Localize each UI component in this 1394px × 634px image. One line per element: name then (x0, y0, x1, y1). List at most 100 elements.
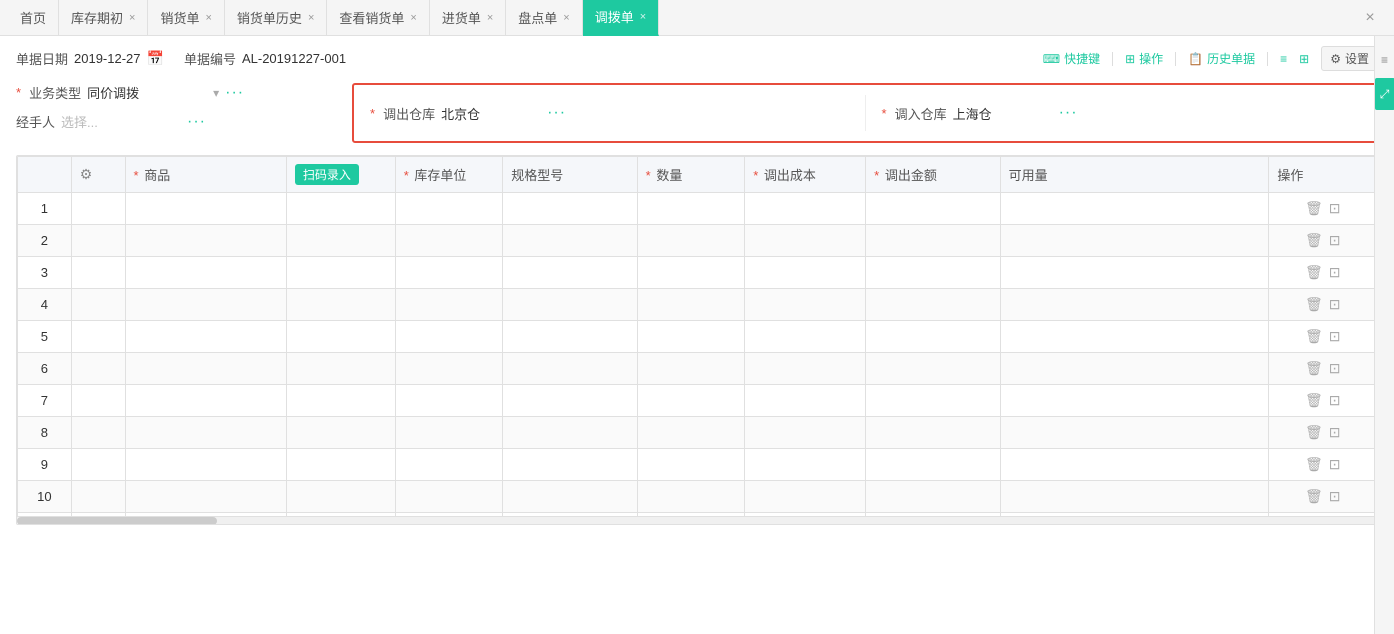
copy-row-button[interactable]: ⊡ (1326, 392, 1344, 409)
tab-sales-history[interactable]: 销货单历史 × (225, 0, 327, 36)
transfer-in-label: 调入仓库 (895, 104, 947, 123)
copy-row-button[interactable]: ⊡ (1326, 488, 1344, 505)
delete-row-button[interactable]: 🗑 (1302, 456, 1326, 473)
tab-inventory-init[interactable]: 库存期初 × (59, 0, 148, 36)
delete-row-button[interactable]: 🗑 (1302, 328, 1326, 345)
transfer-out-field: * 调出仓库 北京仓 ··· (370, 104, 849, 123)
tab-home-label: 首页 (20, 8, 46, 27)
row-seq: 6 (18, 353, 72, 385)
tab-sales-history-close[interactable]: × (308, 12, 314, 24)
delete-row-button[interactable]: 🗑 (1302, 488, 1326, 505)
th-cost-label: 调出成本 (764, 168, 816, 183)
sidebar-expand-icon[interactable]: ⤢ (1375, 78, 1394, 110)
settings-button[interactable]: ⚙ 设置 (1321, 46, 1378, 71)
tab-inventory-check[interactable]: 盘点单 × (506, 0, 582, 36)
tab-home[interactable]: 首页 (8, 0, 59, 36)
tab-purchase-order-close[interactable]: × (487, 12, 493, 24)
delete-row-button[interactable]: 🗑 (1302, 424, 1326, 441)
copy-row-button[interactable]: ⊡ (1326, 328, 1344, 345)
tab-purchase-order-label: 进货单 (442, 8, 481, 27)
copy-row-button[interactable]: ⊡ (1326, 296, 1344, 313)
header-row: 单据日期 2019-12-27 📅 单据编号 AL-20191227-001 ⌨… (16, 46, 1378, 71)
business-type-dropdown[interactable]: ▾ (213, 86, 219, 100)
delete-row-button[interactable]: 🗑 (1302, 392, 1326, 409)
operations-label: 操作 (1139, 50, 1163, 67)
tab-inventory-check-label: 盘点单 (518, 8, 557, 27)
copy-row-button[interactable]: ⊡ (1326, 200, 1344, 217)
table-scroll-area[interactable]: ⚙ * 商品 扫码录入 * 库存单位 规格型号 (17, 156, 1377, 516)
tab-inventory-init-label: 库存期初 (71, 8, 123, 27)
tab-transfer-order[interactable]: 调拨单 × (583, 0, 659, 36)
th-product-label: 商品 (144, 168, 170, 183)
th-spec: 规格型号 (503, 157, 637, 193)
th-ops: 操作 (1269, 157, 1377, 193)
copy-row-button[interactable]: ⊡ (1326, 360, 1344, 377)
delete-row-button[interactable]: 🗑 (1302, 264, 1326, 281)
form-left: * 业务类型 同价调拨 ▾ ··· 经手人 选择... ··· (16, 83, 336, 143)
person-label: 经手人 (16, 112, 55, 131)
doc-label: 单据编号 (184, 49, 236, 68)
horizontal-scroll-thumb[interactable] (17, 517, 217, 525)
sidebar-list-icon[interactable]: ≡ (1375, 44, 1394, 76)
delete-row-button[interactable]: 🗑 (1302, 296, 1326, 313)
table-row: 10🗑⊡ (18, 481, 1377, 513)
tab-sales-order-close[interactable]: × (205, 12, 211, 24)
transfer-out-more[interactable]: ··· (547, 104, 566, 122)
tab-purchase-order[interactable]: 进货单 × (430, 0, 506, 36)
date-label: 单据日期 (16, 49, 68, 68)
tab-inventory-init-close[interactable]: × (129, 12, 135, 24)
date-field: 单据日期 2019-12-27 📅 (16, 49, 164, 68)
table-row: 6 🗑⊡ (18, 353, 1377, 385)
table-row: 3🗑⊡ (18, 257, 1377, 289)
tab-view-sales-close[interactable]: × (410, 12, 416, 24)
toolbar-divider-1 (1112, 52, 1113, 66)
th-amount-label: 调出金额 (885, 168, 937, 183)
transfer-in-value[interactable]: 上海仓 (953, 104, 1053, 123)
transfer-in-more[interactable]: ··· (1059, 104, 1078, 122)
operations-button[interactable]: ⊞ 操作 (1125, 50, 1163, 67)
person-value[interactable]: 选择... (61, 112, 181, 131)
column-settings-button[interactable]: ⚙ (80, 166, 93, 183)
delete-row-button[interactable]: 🗑 (1302, 200, 1326, 217)
scan-entry-button[interactable]: 扫码录入 (295, 164, 359, 185)
transfer-in-star: * (882, 106, 887, 121)
row-seq: 7 (18, 385, 72, 417)
th-unit: * 库存单位 (395, 157, 503, 193)
warehouse-fields: * 调出仓库 北京仓 ··· * 调入仓库 上海仓 ··· (352, 83, 1378, 143)
history-label: 历史单据 (1207, 50, 1255, 67)
window-close-button[interactable]: × (1354, 2, 1386, 34)
table-row: 4🗑⊡ (18, 289, 1377, 321)
shortcuts-icon: ⌨ (1043, 52, 1060, 66)
table-row: 1🗑⊡ (18, 193, 1377, 225)
copy-row-button[interactable]: ⊡ (1326, 456, 1344, 473)
tab-sales-order[interactable]: 销货单 × (148, 0, 224, 36)
history-button[interactable]: 📋 历史单据 (1188, 50, 1255, 67)
calendar-icon[interactable]: 📅 (147, 50, 164, 67)
horizontal-scrollbar[interactable] (17, 516, 1377, 524)
business-type-label: 业务类型 (29, 83, 81, 102)
copy-row-button[interactable]: ⊡ (1326, 424, 1344, 441)
main-content: 单据日期 2019-12-27 📅 单据编号 AL-20191227-001 ⌨… (0, 36, 1394, 535)
tab-view-sales[interactable]: 查看销货单 × (327, 0, 429, 36)
business-type-value[interactable]: 同价调拨 (87, 83, 207, 102)
delete-row-button[interactable]: 🗑 (1302, 360, 1326, 377)
list-view-button[interactable]: ≡ (1280, 52, 1287, 66)
shortcuts-button[interactable]: ⌨ 快捷键 (1043, 50, 1100, 67)
transfer-out-value[interactable]: 北京仓 (441, 104, 541, 123)
row-seq: 9 (18, 449, 72, 481)
grid-view-icon: ⊞ (1299, 52, 1309, 66)
tab-inventory-check-close[interactable]: × (563, 12, 569, 24)
delete-row-button[interactable]: 🗑 (1302, 232, 1326, 249)
row-seq: 8 (18, 417, 72, 449)
table-row: 7 🗑⊡ (18, 385, 1377, 417)
copy-row-button[interactable]: ⊡ (1326, 264, 1344, 281)
business-type-required-star: * (16, 85, 21, 100)
transfer-in-field: * 调入仓库 上海仓 ··· (882, 104, 1361, 123)
business-type-more[interactable]: ··· (225, 84, 244, 102)
warehouse-divider (865, 95, 866, 131)
copy-row-button[interactable]: ⊡ (1326, 232, 1344, 249)
tab-bar: 首页 库存期初 × 销货单 × 销货单历史 × 查看销货单 × 进货单 × 盘点… (0, 0, 1394, 36)
person-more[interactable]: ··· (187, 113, 206, 131)
tab-transfer-order-close[interactable]: × (640, 11, 646, 23)
grid-view-button[interactable]: ⊞ (1299, 52, 1309, 66)
